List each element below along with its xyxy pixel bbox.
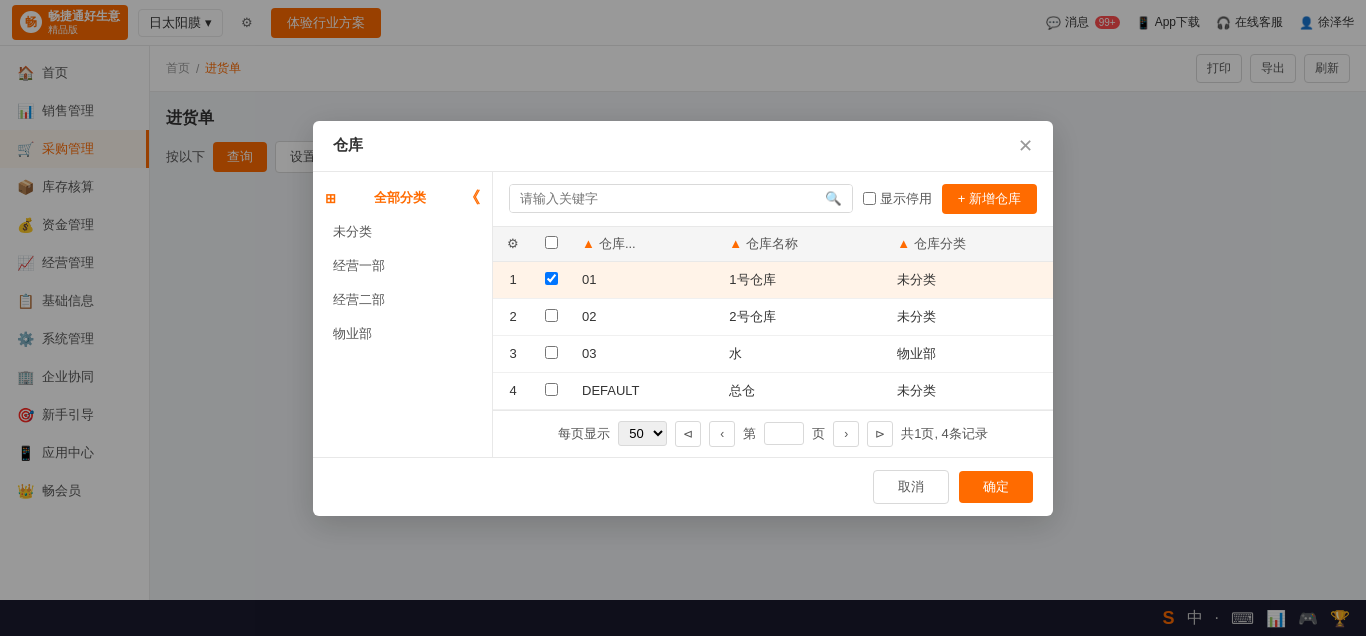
table-panel: 🔍 显示停用 + 新增仓库 ⚙ xyxy=(493,172,1053,457)
table-row[interactable]: 3 03 水 物业部 xyxy=(493,335,1053,372)
pagination: 每页显示 50 ⊲ ‹ 第 1 页 › ⊳ 共1页, 4条记录 xyxy=(493,410,1053,457)
col-name: ▲仓库名称 xyxy=(717,227,885,262)
page-label: 第 xyxy=(743,425,756,443)
modal-footer: 取消 确定 xyxy=(313,457,1053,516)
row-num: 4 xyxy=(493,372,533,409)
row-code: 01 xyxy=(570,261,717,298)
row-code: 03 xyxy=(570,335,717,372)
first-page-btn[interactable]: ⊲ xyxy=(675,421,701,447)
all-category-header[interactable]: ⊞ 全部分类 《 xyxy=(313,182,492,215)
category-item-经营二部[interactable]: 经营二部 xyxy=(313,283,492,317)
row-code: 02 xyxy=(570,298,717,335)
search-input-wrap: 🔍 xyxy=(509,184,853,213)
table-row[interactable]: 2 02 2号仓库 未分类 xyxy=(493,298,1053,335)
row-checkbox[interactable] xyxy=(533,261,570,298)
row-checkbox[interactable] xyxy=(533,298,570,335)
row-num: 2 xyxy=(493,298,533,335)
warehouse-modal: 仓库 ✕ ⊞ 全部分类 《 未分类经营一部经营二部物业部 🔍 xyxy=(313,121,1053,516)
row-name: 2号仓库 xyxy=(717,298,885,335)
row-checkbox[interactable] xyxy=(533,372,570,409)
table-row[interactable]: 4 DEFAULT 总仓 未分类 xyxy=(493,372,1053,409)
row-num: 1 xyxy=(493,261,533,298)
next-page-btn[interactable]: › xyxy=(833,421,859,447)
cancel-button[interactable]: 取消 xyxy=(873,470,949,504)
all-category-label: 全部分类 xyxy=(374,189,426,207)
table-head: ⚙ ▲仓库... ▲仓库名称 ▲仓库分类 xyxy=(493,227,1053,262)
search-input[interactable] xyxy=(510,185,815,212)
search-icon-button[interactable]: 🔍 xyxy=(815,185,852,212)
category-item-经营一部[interactable]: 经营一部 xyxy=(313,249,492,283)
page-suffix: 页 xyxy=(812,425,825,443)
prev-page-btn[interactable]: ‹ xyxy=(709,421,735,447)
row-name: 水 xyxy=(717,335,885,372)
table-scroll: ⚙ ▲仓库... ▲仓库名称 ▲仓库分类 1 01 1号 xyxy=(493,227,1053,410)
category-panel: ⊞ 全部分类 《 未分类经营一部经营二部物业部 xyxy=(313,172,493,457)
collapse-category-btn[interactable]: 《 xyxy=(464,188,480,209)
per-page-label: 每页显示 xyxy=(558,425,610,443)
show-disabled-label[interactable]: 显示停用 xyxy=(863,190,932,208)
row-name: 总仓 xyxy=(717,372,885,409)
row-code: DEFAULT xyxy=(570,372,717,409)
row-name: 1号仓库 xyxy=(717,261,885,298)
confirm-button[interactable]: 确定 xyxy=(959,471,1033,503)
row-num: 3 xyxy=(493,335,533,372)
col-settings: ⚙ xyxy=(493,227,533,262)
row-category: 未分类 xyxy=(885,372,1053,409)
row-category: 未分类 xyxy=(885,261,1053,298)
category-item-未分类[interactable]: 未分类 xyxy=(313,215,492,249)
category-item-物业部[interactable]: 物业部 xyxy=(313,317,492,351)
row-category: 物业部 xyxy=(885,335,1053,372)
modal-header: 仓库 ✕ xyxy=(313,121,1053,172)
table-toolbar: 🔍 显示停用 + 新增仓库 xyxy=(493,172,1053,227)
modal-title: 仓库 xyxy=(333,136,363,155)
col-code: ▲仓库... xyxy=(570,227,717,262)
col-checkbox xyxy=(533,227,570,262)
table-body: 1 01 1号仓库 未分类 2 02 2号仓库 未分类 3 03 水 物业部 4… xyxy=(493,261,1053,409)
category-grid-icon: ⊞ xyxy=(325,191,336,206)
modal-overlay: 仓库 ✕ ⊞ 全部分类 《 未分类经营一部经营二部物业部 🔍 xyxy=(0,0,1366,636)
warehouse-table: ⚙ ▲仓库... ▲仓库名称 ▲仓库分类 1 01 1号 xyxy=(493,227,1053,410)
select-all-checkbox[interactable] xyxy=(545,236,558,249)
table-header-row: ⚙ ▲仓库... ▲仓库名称 ▲仓库分类 xyxy=(493,227,1053,262)
col-category: ▲仓库分类 xyxy=(885,227,1053,262)
row-category: 未分类 xyxy=(885,298,1053,335)
page-number-input[interactable]: 1 xyxy=(764,422,804,445)
add-warehouse-button[interactable]: + 新增仓库 xyxy=(942,184,1037,214)
total-info: 共1页, 4条记录 xyxy=(901,425,988,443)
last-page-btn[interactable]: ⊳ xyxy=(867,421,893,447)
table-row[interactable]: 1 01 1号仓库 未分类 xyxy=(493,261,1053,298)
per-page-select[interactable]: 50 xyxy=(618,421,667,446)
modal-body: ⊞ 全部分类 《 未分类经营一部经营二部物业部 🔍 显示停用 xyxy=(313,172,1053,457)
show-disabled-checkbox[interactable] xyxy=(863,192,876,205)
row-checkbox[interactable] xyxy=(533,335,570,372)
modal-close-button[interactable]: ✕ xyxy=(1018,135,1033,157)
